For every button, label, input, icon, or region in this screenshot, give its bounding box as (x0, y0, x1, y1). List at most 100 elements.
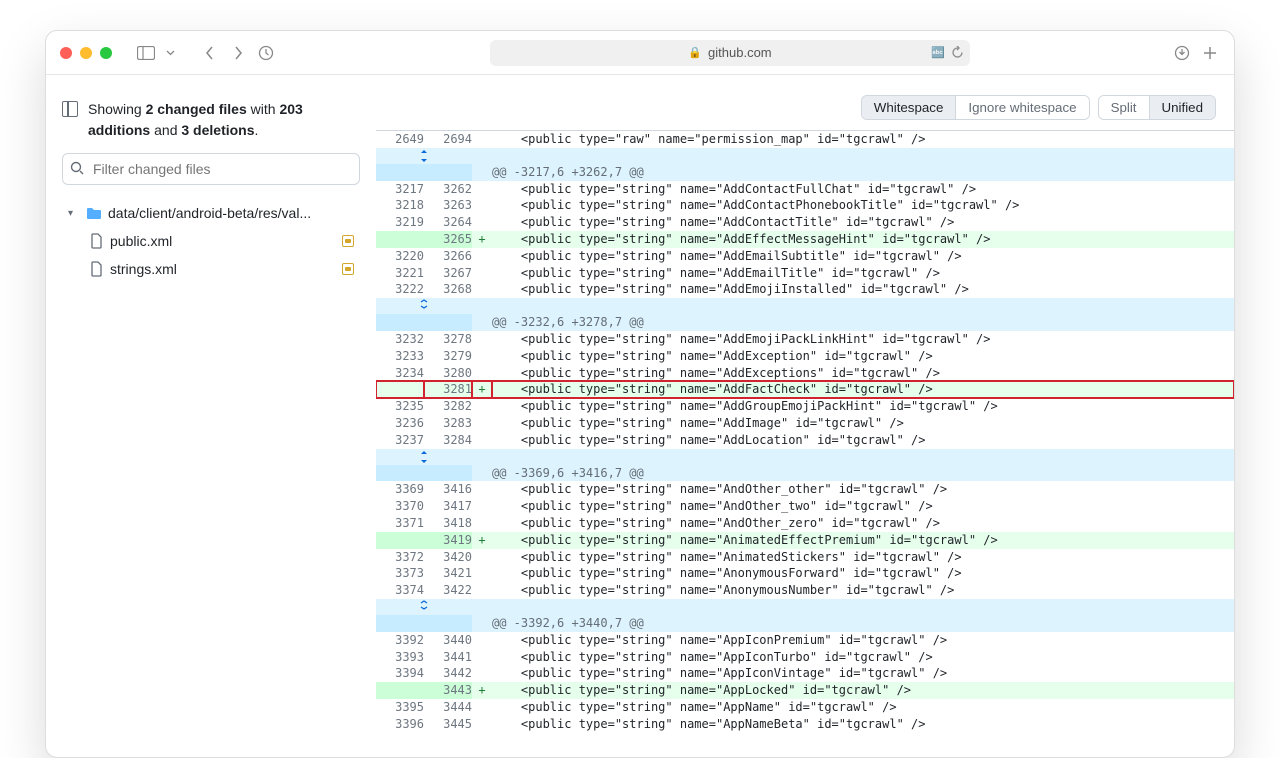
new-line-number[interactable]: 3420 (424, 549, 472, 566)
new-tab-icon[interactable] (1200, 43, 1220, 63)
diff-row[interactable]: 33723420 <public type="string" name="Ani… (376, 549, 1234, 566)
diff-row[interactable]: 32373284 <public type="string" name="Add… (376, 432, 1234, 449)
diff-row[interactable]: 32193264 <public type="string" name="Add… (376, 214, 1234, 231)
old-line-number[interactable]: 3392 (376, 632, 424, 649)
old-line-number[interactable]: 3370 (376, 498, 424, 515)
new-line-number[interactable]: 3441 (424, 649, 472, 666)
new-line-number[interactable]: 3443 (424, 682, 472, 699)
back-button[interactable] (200, 43, 220, 63)
old-line-number[interactable]: 3394 (376, 665, 424, 682)
new-line-number[interactable]: 3416 (424, 481, 472, 498)
chevron-down-icon[interactable] (164, 43, 176, 63)
diff-row[interactable]: 33953444 <public type="string" name="App… (376, 699, 1234, 716)
diff-row[interactable]: @@ -3392,6 +3440,7 @@ (376, 615, 1234, 632)
new-line-number[interactable]: 3263 (424, 197, 472, 214)
new-line-number[interactable]: 2694 (424, 131, 472, 148)
old-line-number[interactable]: 3217 (376, 181, 424, 198)
diff-row[interactable]: 33703417 <public type="string" name="And… (376, 498, 1234, 515)
new-line-number[interactable]: 3268 (424, 281, 472, 298)
translate-icon[interactable]: 🔤 (931, 46, 945, 59)
forward-button[interactable] (228, 43, 248, 63)
diff-row[interactable]: 32323278 <public type="string" name="Add… (376, 331, 1234, 348)
old-line-number[interactable] (376, 532, 424, 549)
whitespace-button[interactable]: Whitespace (862, 96, 956, 119)
new-line-number[interactable]: 3445 (424, 716, 472, 733)
download-icon[interactable] (1172, 43, 1192, 63)
diff-row[interactable]: 33743422 <public type="string" name="Ano… (376, 582, 1234, 599)
new-line-number[interactable]: 3421 (424, 565, 472, 582)
new-line-number[interactable]: 3442 (424, 665, 472, 682)
diff-row[interactable]: 33713418 <public type="string" name="And… (376, 515, 1234, 532)
old-line-number[interactable]: 3218 (376, 197, 424, 214)
new-line-number[interactable]: 3422 (424, 582, 472, 599)
old-line-number[interactable]: 3395 (376, 699, 424, 716)
new-line-number[interactable]: 3265 (424, 231, 472, 248)
new-line-number[interactable]: 3266 (424, 248, 472, 265)
diff-row[interactable]: 33693416 <public type="string" name="And… (376, 481, 1234, 498)
tree-file[interactable]: public.xml (62, 227, 360, 255)
expand-icon[interactable] (376, 148, 472, 164)
collapse-sidebar-icon[interactable] (62, 101, 78, 117)
diff-row[interactable]: 32353282 <public type="string" name="Add… (376, 398, 1234, 415)
new-line-number[interactable]: 3282 (424, 398, 472, 415)
new-line-number[interactable]: 3278 (424, 331, 472, 348)
diff-row[interactable] (376, 148, 1234, 164)
new-line-number[interactable]: 3418 (424, 515, 472, 532)
new-line-number[interactable]: 3280 (424, 365, 472, 382)
new-line-number[interactable]: 3262 (424, 181, 472, 198)
new-line-number[interactable]: 3281 (424, 381, 472, 398)
new-line-number[interactable]: 3444 (424, 699, 472, 716)
old-line-number[interactable]: 3219 (376, 214, 424, 231)
diff-row[interactable]: @@ -3217,6 +3262,7 @@ (376, 164, 1234, 181)
expand-icon[interactable] (376, 449, 472, 465)
diff-row[interactable]: 33923440 <public type="string" name="App… (376, 632, 1234, 649)
url-bar[interactable]: 🔒 github.com 🔤 (490, 40, 970, 66)
new-line-number[interactable]: 3279 (424, 348, 472, 365)
tree-folder[interactable]: ▾ data/client/android-beta/res/val... (62, 199, 360, 227)
new-line-number[interactable]: 3440 (424, 632, 472, 649)
history-icon[interactable] (256, 43, 276, 63)
old-line-number[interactable]: 3237 (376, 432, 424, 449)
diff-row[interactable]: 32173262 <public type="string" name="Add… (376, 181, 1234, 198)
close-window-button[interactable] (60, 47, 72, 59)
maximize-window-button[interactable] (100, 47, 112, 59)
diff-row[interactable]: 33933441 <public type="string" name="App… (376, 649, 1234, 666)
old-line-number[interactable]: 3234 (376, 365, 424, 382)
minimize-window-button[interactable] (80, 47, 92, 59)
new-line-number[interactable]: 3284 (424, 432, 472, 449)
old-line-number[interactable] (376, 682, 424, 699)
diff-row[interactable]: 32203266 <public type="string" name="Add… (376, 248, 1234, 265)
diff-row[interactable] (376, 449, 1234, 465)
old-line-number[interactable]: 3396 (376, 716, 424, 733)
diff-row[interactable]: @@ -3232,6 +3278,7 @@ (376, 314, 1234, 331)
tree-file[interactable]: strings.xml (62, 255, 360, 283)
old-line-number[interactable]: 3393 (376, 649, 424, 666)
diff-row[interactable]: 32343280 <public type="string" name="Add… (376, 365, 1234, 382)
diff-view[interactable]: 26492694 <public type="raw" name="permis… (376, 130, 1234, 757)
expand-icon[interactable] (376, 298, 472, 314)
old-line-number[interactable]: 3369 (376, 481, 424, 498)
diff-row[interactable]: 32363283 <public type="string" name="Add… (376, 415, 1234, 432)
reload-icon[interactable] (951, 46, 964, 59)
old-line-number[interactable]: 3371 (376, 515, 424, 532)
filter-files-input[interactable] (62, 153, 360, 185)
old-line-number[interactable]: 3374 (376, 582, 424, 599)
diff-row[interactable]: 33963445 <public type="string" name="App… (376, 716, 1234, 733)
old-line-number[interactable]: 3236 (376, 415, 424, 432)
diff-row[interactable]: 33733421 <public type="string" name="Ano… (376, 565, 1234, 582)
new-line-number[interactable]: 3264 (424, 214, 472, 231)
old-line-number[interactable]: 2649 (376, 131, 424, 148)
unified-view-button[interactable]: Unified (1149, 96, 1216, 119)
diff-row[interactable] (376, 298, 1234, 314)
old-line-number[interactable]: 3222 (376, 281, 424, 298)
split-view-button[interactable]: Split (1099, 96, 1149, 119)
diff-row[interactable]: 3419+ <public type="string" name="Animat… (376, 532, 1234, 549)
new-line-number[interactable]: 3419 (424, 532, 472, 549)
old-line-number[interactable]: 3232 (376, 331, 424, 348)
diff-row[interactable]: 3265+ <public type="string" name="AddEff… (376, 231, 1234, 248)
diff-row[interactable]: 3281+ <public type="string" name="AddFac… (376, 381, 1234, 398)
new-line-number[interactable]: 3267 (424, 265, 472, 282)
diff-row[interactable]: 3443+ <public type="string" name="AppLoc… (376, 682, 1234, 699)
old-line-number[interactable]: 3233 (376, 348, 424, 365)
diff-row[interactable] (376, 599, 1234, 615)
